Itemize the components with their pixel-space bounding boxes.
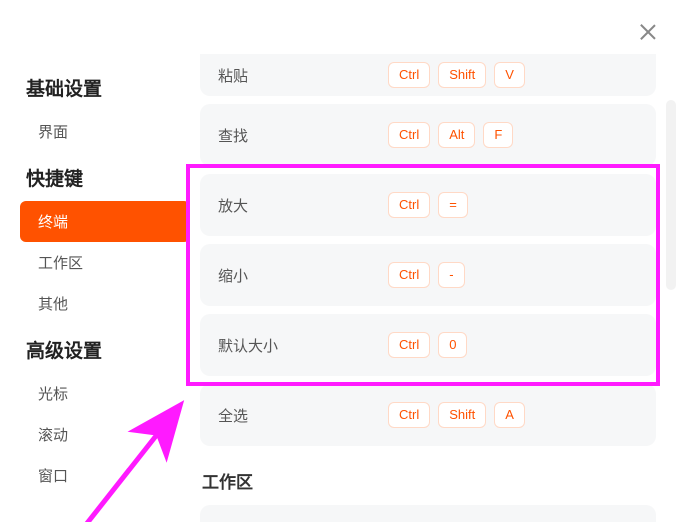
key-badge: A (494, 402, 525, 428)
key-badge: Ctrl (388, 402, 430, 428)
shortcut-label: 缩小 (218, 265, 388, 286)
key-badge: - (438, 262, 464, 288)
key-badge: Shift (438, 62, 486, 88)
shortcut-row[interactable]: 默认大小 Ctrl 0 (200, 314, 656, 376)
shortcut-row[interactable]: 粘贴 Ctrl Shift V (200, 54, 656, 96)
shortcut-keys: Ctrl Alt F (388, 122, 513, 148)
sidebar-item-workspace[interactable]: 工作区 (20, 242, 190, 283)
key-badge: Ctrl (388, 332, 430, 358)
close-icon[interactable] (638, 22, 658, 42)
content-pane: 粘贴 Ctrl Shift V 查找 Ctrl Alt F 放大 (200, 40, 684, 522)
sidebar-item-windowadv[interactable]: 窗口 (20, 455, 190, 496)
sidebar-item-interface[interactable]: 界面 (20, 111, 190, 152)
shortcut-keys: Ctrl Shift V (388, 62, 525, 88)
shortcut-row[interactable]: 全选 Ctrl Shift A (200, 384, 656, 446)
shortcut-label: 全选 (218, 405, 388, 426)
key-badge: Ctrl (388, 122, 430, 148)
shortcut-row[interactable]: 新建工作区 Ctrl Shift T (200, 505, 656, 522)
scrollbar[interactable] (666, 100, 676, 290)
shortcut-keys: Ctrl - (388, 262, 465, 288)
sidebar: 基础设置 界面 快捷键 终端 工作区 其他 高级设置 光标 滚动 窗口 (0, 40, 200, 522)
key-badge: V (494, 62, 525, 88)
shortcut-label: 粘贴 (218, 65, 388, 86)
section-heading-workspace: 工作区 (200, 458, 656, 497)
sidebar-group-basic: 基础设置 (20, 62, 190, 111)
shortcut-label: 查找 (218, 125, 388, 146)
sidebar-item-terminal[interactable]: 终端 (20, 201, 190, 242)
shortcut-label: 放大 (218, 195, 388, 216)
shortcut-keys: Ctrl Shift A (388, 402, 525, 428)
key-badge: F (483, 122, 513, 148)
shortcut-row[interactable]: 缩小 Ctrl - (200, 244, 656, 306)
key-badge: 0 (438, 332, 467, 358)
shortcut-keys: Ctrl = (388, 192, 468, 218)
settings-window: 基础设置 界面 快捷键 终端 工作区 其他 高级设置 光标 滚动 窗口 粘贴 C… (0, 0, 684, 522)
shortcut-list: 粘贴 Ctrl Shift V 查找 Ctrl Alt F 放大 (200, 60, 656, 522)
shortcut-label: 默认大小 (218, 335, 388, 356)
key-badge: Ctrl (388, 262, 430, 288)
sidebar-item-scroll[interactable]: 滚动 (20, 414, 190, 455)
key-badge: Ctrl (388, 62, 430, 88)
shortcut-keys: Ctrl 0 (388, 332, 467, 358)
key-badge: = (438, 192, 468, 218)
shortcut-row[interactable]: 查找 Ctrl Alt F (200, 104, 656, 166)
key-badge: Alt (438, 122, 475, 148)
key-badge: Shift (438, 402, 486, 428)
shortcut-row[interactable]: 放大 Ctrl = (200, 174, 656, 236)
key-badge: Ctrl (388, 192, 430, 218)
sidebar-item-cursor[interactable]: 光标 (20, 373, 190, 414)
sidebar-group-advanced: 高级设置 (20, 324, 190, 373)
sidebar-group-shortcuts: 快捷键 (20, 152, 190, 201)
sidebar-item-other[interactable]: 其他 (20, 283, 190, 324)
